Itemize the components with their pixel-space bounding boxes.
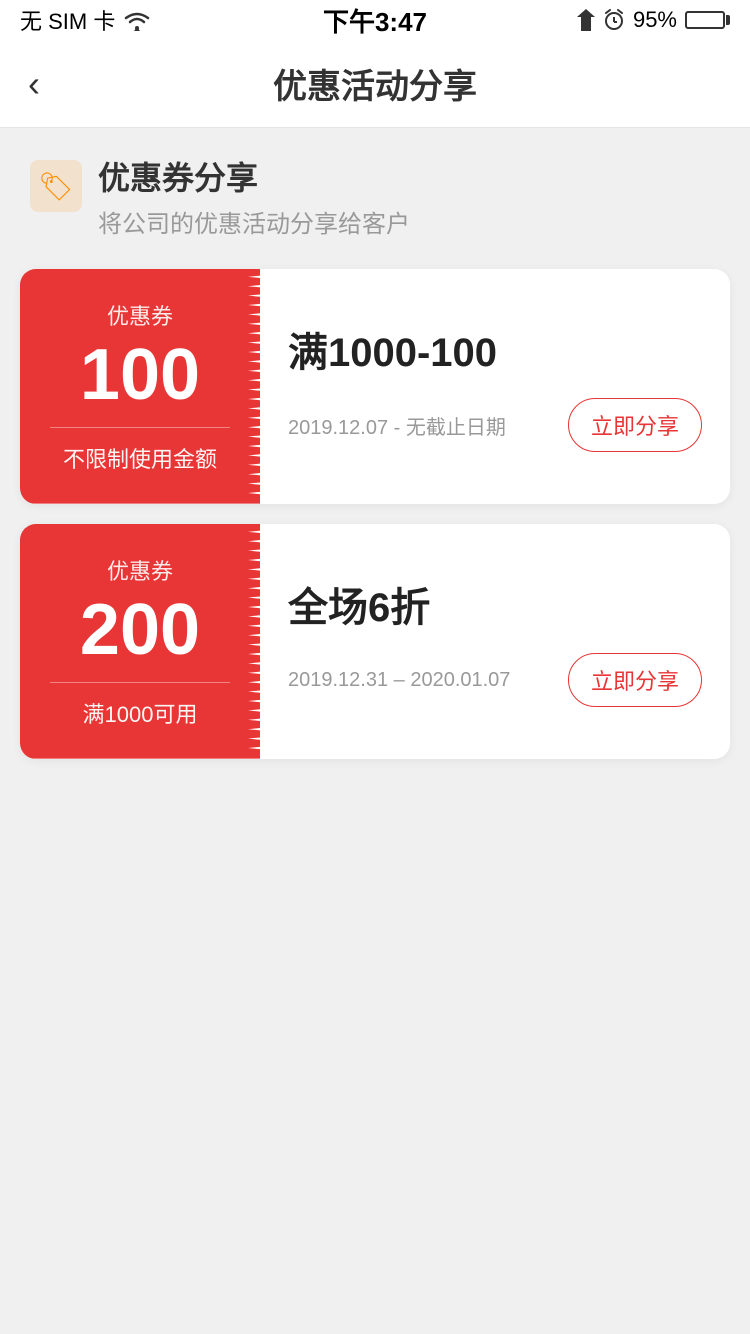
share-button-2[interactable]: 立即分享 <box>568 653 702 707</box>
carrier-label: 无 SIM 卡 <box>20 4 115 36</box>
coupon-label-2: 优惠券 <box>107 554 173 586</box>
coupon-left-1: 优惠券 100 不限制使用金额 <box>20 269 260 504</box>
location-icon <box>577 9 595 31</box>
section-header: 🏷 优惠券分享 将公司的优惠活动分享给客户 <box>0 128 750 259</box>
coupon-date-2: 2019.12.31 – 2020.01.07 <box>288 669 556 692</box>
coupon-card-1: 优惠券 100 不限制使用金额 满1000-100 2019.12.07 - 无… <box>20 269 730 504</box>
battery-icon <box>685 11 730 29</box>
share-button-1[interactable]: 立即分享 <box>568 398 702 452</box>
page-title: 优惠活动分享 <box>273 59 477 108</box>
back-button[interactable]: ‹ <box>28 63 40 105</box>
coupon-amount-2: 200 <box>80 594 200 666</box>
svg-text:🏷: 🏷 <box>38 171 74 202</box>
coupon-meta-1: 2019.12.07 - 无截止日期 立即分享 <box>288 398 702 452</box>
alarm-icon <box>603 9 625 31</box>
coupon-divider-2 <box>50 682 230 683</box>
coupon-left-2: 优惠券 200 满1000可用 <box>20 524 260 759</box>
battery-label: 95% <box>633 7 677 33</box>
coupon-meta-2: 2019.12.31 – 2020.01.07 立即分享 <box>288 653 702 707</box>
coupon-date-1: 2019.12.07 - 无截止日期 <box>288 411 556 440</box>
status-time: 下午3:47 <box>323 2 427 39</box>
coupon-condition-1: 不限制使用金额 <box>63 442 217 474</box>
coupon-condition-2: 满1000可用 <box>83 697 198 729</box>
status-right: 95% <box>577 7 730 33</box>
wifi-icon <box>123 9 151 31</box>
coupon-share-icon: 🏷 <box>30 160 82 212</box>
section-subtitle: 将公司的优惠活动分享给客户 <box>98 204 410 239</box>
coupon-label-1: 优惠券 <box>107 299 173 331</box>
coupon-divider-1 <box>50 427 230 428</box>
coupon-name-1: 满1000-100 <box>288 320 702 378</box>
bottom-area <box>0 789 750 1289</box>
coupon-list: 优惠券 100 不限制使用金额 满1000-100 2019.12.07 - 无… <box>0 259 750 789</box>
coupon-amount-1: 100 <box>80 339 200 411</box>
section-title: 优惠券分享 <box>98 158 410 200</box>
status-bar: 无 SIM 卡 下午3:47 95% <box>0 0 750 40</box>
coupon-right-2: 全场6折 2019.12.31 – 2020.01.07 立即分享 <box>260 524 730 759</box>
coupon-card-2: 优惠券 200 满1000可用 全场6折 2019.12.31 – 2020.0… <box>20 524 730 759</box>
coupon-right-1: 满1000-100 2019.12.07 - 无截止日期 立即分享 <box>260 269 730 504</box>
nav-bar: ‹ 优惠活动分享 <box>0 40 750 128</box>
section-text: 优惠券分享 将公司的优惠活动分享给客户 <box>98 158 410 239</box>
status-left: 无 SIM 卡 <box>20 4 151 36</box>
coupon-name-2: 全场6折 <box>288 575 702 633</box>
